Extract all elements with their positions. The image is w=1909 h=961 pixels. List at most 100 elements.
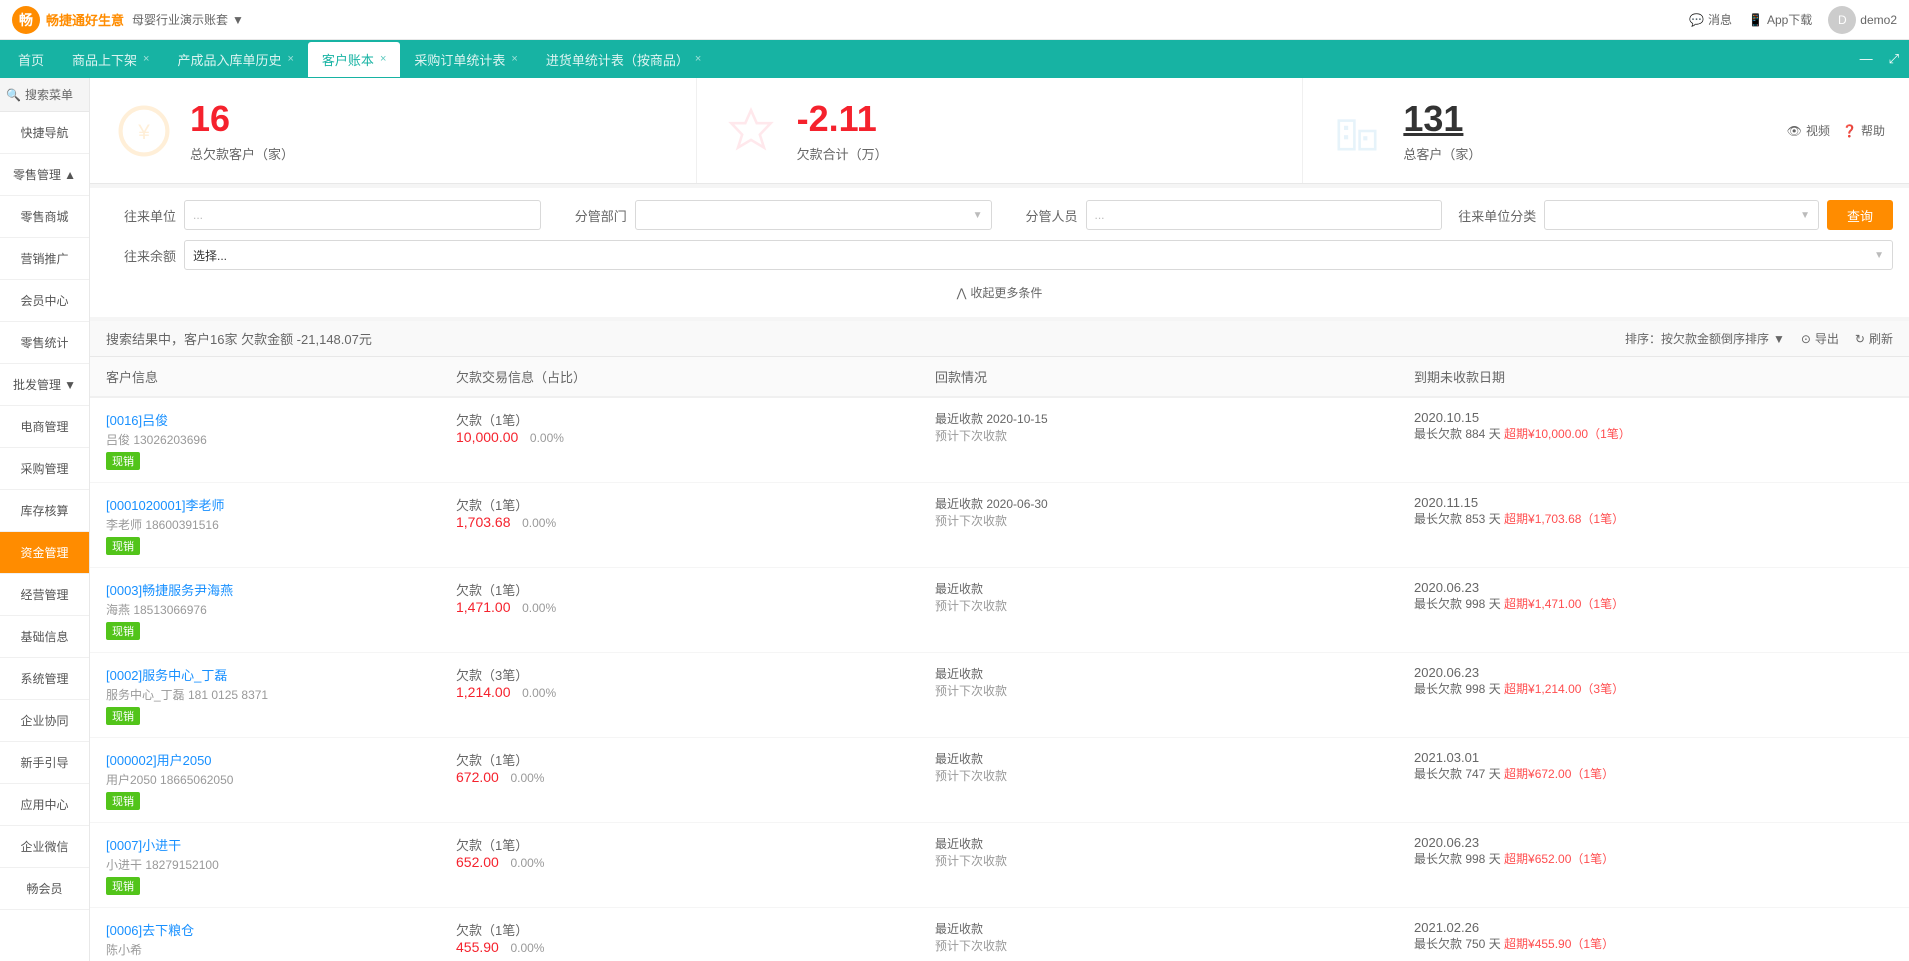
sidebar-item-batch-mgmt[interactable]: 批发管理 ▼ xyxy=(0,364,89,406)
table-row: [0001020001]李老师 李老师 18600391516 现销 欠款（1笔… xyxy=(90,483,1909,568)
sidebar-item-enterprise-wechat[interactable]: 企业微信 xyxy=(0,826,89,868)
tab-product-shelf[interactable]: 商品上下架 × xyxy=(58,42,163,77)
due-date-cell: 2020.10.15 最长欠款 884 天 超期¥10,000.00（1笔） xyxy=(1414,410,1893,442)
debt-amount[interactable]: 455.90 xyxy=(456,939,499,955)
tab-maximize-btn[interactable]: ⤢ xyxy=(1883,47,1905,71)
overdue-amount[interactable]: 超期¥455.90（1笔） xyxy=(1504,937,1614,951)
collapse-btn[interactable]: ⋀ 收起更多条件 xyxy=(957,284,1043,301)
sidebar-item-app-center[interactable]: 应用中心 xyxy=(0,784,89,826)
search-button[interactable]: 查询 xyxy=(1827,200,1893,230)
due-date-cell: 2020.06.23 最长欠款 998 天 超期¥1,214.00（3笔） xyxy=(1414,665,1893,697)
message-btn[interactable]: 💬 消息 xyxy=(1689,11,1732,28)
sort-select[interactable]: 排序：按欠款金额倒序排序 ▼ xyxy=(1625,330,1785,347)
help-btn[interactable]: ❓ 帮助 xyxy=(1842,122,1885,139)
tab-close-icon-4[interactable]: × xyxy=(511,53,517,65)
last-collect: 最近收款 xyxy=(935,835,1414,852)
sidebar-item-retail-mgmt[interactable]: 零售管理 ▲ xyxy=(0,154,89,196)
main-layout: 🔍 搜索菜单 快捷导航 零售管理 ▲ 零售商城 营销推广 会员中心 零售统计 批… xyxy=(0,78,1909,961)
refresh-btn[interactable]: ↻ 刷新 xyxy=(1855,330,1893,347)
sidebar-item-purchase-mgmt[interactable]: 采购管理 xyxy=(0,448,89,490)
last-collect: 最近收款 xyxy=(935,750,1414,767)
sidebar-item-enterprise-wechat-label: 企业微信 xyxy=(20,840,68,854)
customer-name[interactable]: [0002]服务中心_丁磊 xyxy=(106,665,456,684)
sidebar-item-retail-stat[interactable]: 零售统计 xyxy=(0,322,89,364)
video-label: 视频 xyxy=(1806,122,1830,139)
tab-production-history[interactable]: 产成品入库单历史 × xyxy=(163,42,307,77)
debt-amount[interactable]: 1,471.00 xyxy=(456,599,511,615)
tab-close-icon[interactable]: × xyxy=(143,53,149,65)
last-collect: 最近收款 xyxy=(935,920,1414,937)
stats-row: ¥ 16 总欠款客户（家） -2.11 欠款合计（万） xyxy=(90,78,1909,184)
overdue-amount[interactable]: 超期¥1,471.00（1笔） xyxy=(1504,597,1624,611)
overdue-amount[interactable]: 超期¥1,703.68（1笔） xyxy=(1504,512,1624,526)
debt-customers-number: 16 xyxy=(190,98,294,140)
col-header-customer: 客户信息 xyxy=(106,367,456,386)
app-download-btn[interactable]: 📱 App下载 xyxy=(1748,11,1812,28)
customer-name[interactable]: [0016]吕俊 xyxy=(106,410,456,429)
sidebar-item-finance[interactable]: 资金管理 xyxy=(0,532,89,574)
debt-count: 欠款（1笔） xyxy=(456,750,935,769)
overdue-amount[interactable]: 超期¥652.00（1笔） xyxy=(1504,852,1614,866)
tab-purchase-order[interactable]: 采购订单统计表 × xyxy=(400,42,531,77)
tab-stock-summary[interactable]: 进货单统计表（按商品） × xyxy=(532,42,715,77)
debt-amount[interactable]: 1,214.00 xyxy=(456,684,511,700)
sidebar-item-marketing[interactable]: 营销推广 xyxy=(0,238,89,280)
total-customers-number: 131 xyxy=(1403,98,1481,140)
sidebar-item-basic-info-label: 基础信息 xyxy=(20,630,68,644)
tab-close-icon-5[interactable]: × xyxy=(695,53,701,65)
table-rows-container: [0016]吕俊 吕俊 13026203696 现销 欠款（1笔） 10,000… xyxy=(90,398,1909,961)
export-btn[interactable]: ⊙ 导出 xyxy=(1801,330,1839,347)
sidebar-item-member-vip[interactable]: 畅会员 xyxy=(0,868,89,910)
customer-info-cell: [0007]小进干 小进干 18279152100 现销 xyxy=(106,835,456,895)
repay-info-cell: 最近收款 预计下次收款 xyxy=(935,835,1414,869)
customer-name[interactable]: [0007]小进干 xyxy=(106,835,456,854)
sidebar-search[interactable]: 🔍 搜索菜单 xyxy=(0,78,89,112)
filter-dept-select[interactable]: ▼ xyxy=(635,200,992,230)
tab-customer-account[interactable]: 客户账本 × xyxy=(308,42,400,77)
tab-close-icon-2[interactable]: × xyxy=(287,53,293,65)
customer-name[interactable]: [0006]去下粮仓 xyxy=(106,920,456,939)
debt-amount[interactable]: 10,000.00 xyxy=(456,429,518,445)
tab-home[interactable]: 首页 xyxy=(4,42,58,77)
company-selector[interactable]: 母婴行业演示账套 ▼ xyxy=(132,11,244,28)
sidebar-item-retail-mall[interactable]: 零售商城 xyxy=(0,196,89,238)
sidebar-item-basic-info[interactable]: 基础信息 xyxy=(0,616,89,658)
overdue-amount[interactable]: 超期¥10,000.00（1笔） xyxy=(1504,427,1631,441)
table-row: [000002]用户2050 用户2050 18665062050 现销 欠款（… xyxy=(90,738,1909,823)
user-avatar-btn[interactable]: D demo2 xyxy=(1828,6,1897,34)
customer-name[interactable]: [0001020001]李老师 xyxy=(106,495,456,514)
overdue-amount[interactable]: 超期¥672.00（1笔） xyxy=(1504,767,1614,781)
filter-manager-input[interactable]: ... xyxy=(1086,200,1443,230)
video-btn[interactable]: 👁 视频 xyxy=(1787,122,1830,139)
tab-minimize-btn[interactable]: — xyxy=(1854,47,1879,71)
sidebar-item-operations[interactable]: 经营管理 xyxy=(0,574,89,616)
sidebar-item-quick-nav[interactable]: 快捷导航 xyxy=(0,112,89,154)
sidebar-item-ecommerce-mgmt[interactable]: 电商管理 xyxy=(0,406,89,448)
manager-input-dots: ... xyxy=(1095,208,1105,222)
sidebar-item-new-guide[interactable]: 新手引导 xyxy=(0,742,89,784)
customer-info-cell: [0002]服务中心_丁磊 服务中心_丁磊 181 0125 8371 现销 xyxy=(106,665,456,725)
next-collect: 预计下次收款 xyxy=(935,937,1414,954)
sidebar-item-member-center[interactable]: 会员中心 xyxy=(0,280,89,322)
filter-supplier-input[interactable]: ... xyxy=(184,200,541,230)
debt-amount[interactable]: 652.00 xyxy=(456,854,499,870)
customer-info-cell: [0003]畅捷服务尹海燕 海燕 18513066976 现销 xyxy=(106,580,456,640)
repay-info-cell: 最近收款 预计下次收款 xyxy=(935,750,1414,784)
debt-amount[interactable]: 672.00 xyxy=(456,769,499,785)
filter-category-select[interactable]: ▼ xyxy=(1544,200,1819,230)
sidebar-item-inventory[interactable]: 库存核算 xyxy=(0,490,89,532)
debt-amount-row: 10,000.00 0.00% xyxy=(456,429,935,445)
export-label: 导出 xyxy=(1815,330,1839,347)
sidebar-item-enterprise-collab[interactable]: 企业协同 xyxy=(0,700,89,742)
stat-icon-building xyxy=(1327,101,1387,161)
app-icon: 📱 xyxy=(1748,13,1763,27)
tab-close-icon-3[interactable]: × xyxy=(380,53,386,65)
filter-row-1: 往来单位 ... 分管部门 ▼ 分管人员 ... xyxy=(106,200,1893,230)
filter-balance-select[interactable]: 选择... ▼ xyxy=(184,240,1893,270)
sidebar-item-system-mgmt[interactable]: 系统管理 xyxy=(0,658,89,700)
overdue-amount[interactable]: 超期¥1,214.00（3笔） xyxy=(1504,682,1624,696)
customer-name[interactable]: [0003]畅捷服务尹海燕 xyxy=(106,580,456,599)
customer-phone: 小进干 18279152100 xyxy=(106,856,456,873)
customer-name[interactable]: [000002]用户2050 xyxy=(106,750,456,769)
debt-amount[interactable]: 1,703.68 xyxy=(456,514,511,530)
